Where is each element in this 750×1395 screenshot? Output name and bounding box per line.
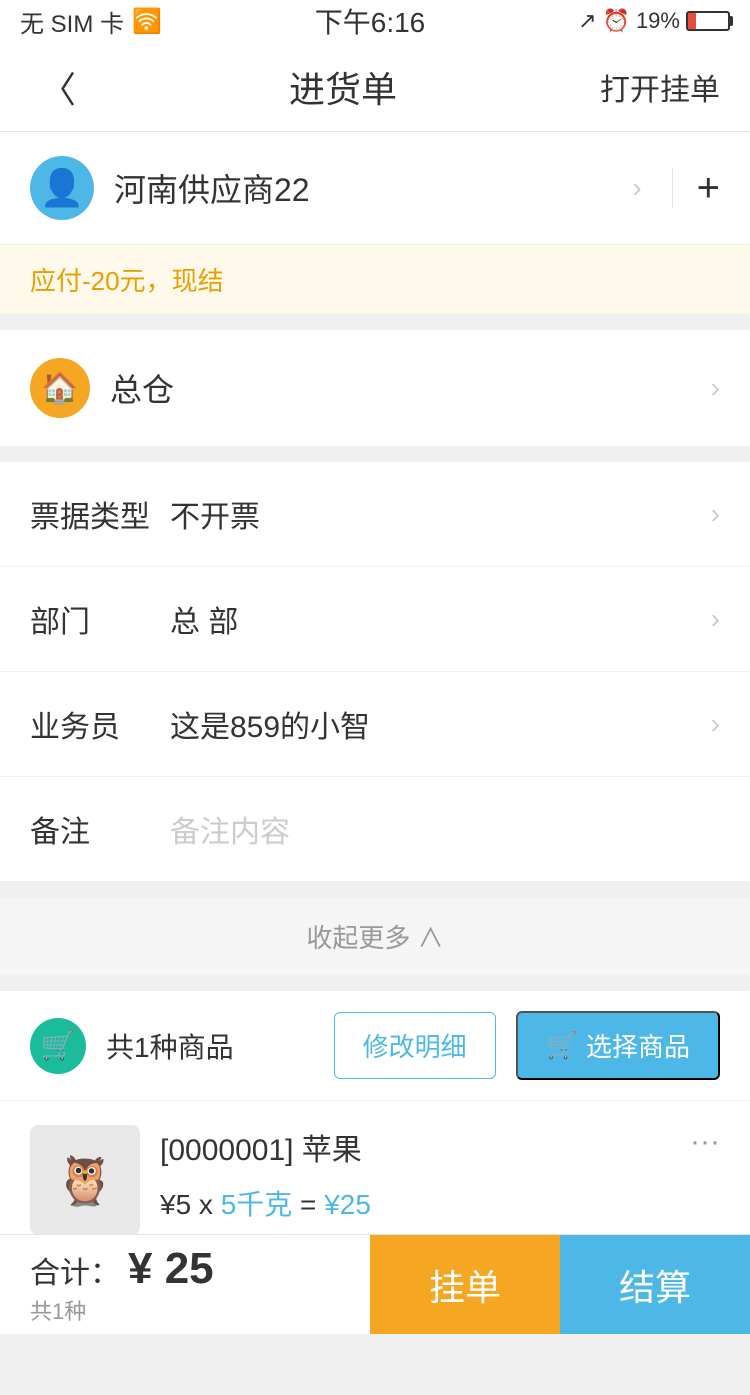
remark-placeholder: 备注内容 [170,807,720,851]
salesperson-row[interactable]: 业务员 这是859的小智 › [0,672,750,777]
status-right: ↗ ⏰ 19% [578,8,730,34]
bottom-bar: 合计： ¥ 25 共1种 挂单 结算 [0,1234,750,1334]
bill-type-chevron-icon: › [711,498,720,530]
warehouse-section[interactable]: 🏠 总仓 › [0,330,750,446]
warehouse-icon: 🏠 [30,358,90,418]
department-row[interactable]: 部门 总 部 › [0,567,750,672]
avatar-icon: 👤 [40,167,85,209]
supplier-section: 👤 河南供应商22 › + 应付-20元，现结 [0,132,750,314]
collapse-toggle-button[interactable]: 收起更多 ∧ [0,898,750,975]
department-label: 部门 [30,597,170,641]
total-amount: ¥ 25 [128,1244,214,1294]
product-count: 共1种商品 [106,1026,314,1066]
collapse-toggle-label: 收起更多 ∧ [306,923,443,953]
select-product-label: 选择商品 [586,1027,690,1064]
salesperson-chevron-icon: › [711,708,720,740]
notice-text: 应付-20元，现结 [30,266,224,296]
cart-icon: 🛒 [41,1029,76,1062]
hang-button[interactable]: 挂单 [370,1235,560,1334]
department-chevron-icon: › [711,603,720,635]
location-icon: ↗ [578,8,596,34]
select-product-icon: 🛒 [546,1030,578,1061]
warehouse-chevron-icon: › [711,372,720,404]
product-more-button[interactable]: ··· [690,1125,720,1159]
supplier-chevron-icon: › [632,172,641,204]
supplier-avatar: 👤 [30,156,94,220]
battery-label: 19% [636,8,680,34]
status-time: 下午6:16 [315,1,426,41]
product-unit-price: ¥5 x [160,1189,221,1220]
page-title: 进货单 [289,61,397,113]
warehouse-name: 总仓 [110,365,711,411]
product-total: ¥25 [324,1189,371,1220]
bill-type-value: 不开票 [170,492,711,536]
select-product-button[interactable]: 🛒 选择商品 [516,1011,720,1080]
supplier-name: 河南供应商22 [114,165,632,211]
product-title: 苹果 [302,1134,362,1167]
remark-row[interactable]: 备注 备注内容 [0,777,750,882]
total-label: 合计： [30,1248,120,1292]
product-icon: 🛒 [30,1018,86,1074]
product-thumbnail: 🦉 [30,1125,140,1235]
product-code: [0000001] [160,1134,302,1167]
product-price-row: ¥5 x 5千克 = ¥25 [160,1183,670,1223]
divider [672,168,673,208]
notice-row: 应付-20元，现结 [0,245,750,314]
product-section: 🛒 共1种商品 修改明细 🛒 选择商品 🦉 [0000001] 苹果 ¥5 x … [0,991,750,1259]
open-pending-button[interactable]: 打开挂单 [600,65,720,109]
bill-type-label: 票据类型 [30,492,170,536]
product-header: 🛒 共1种商品 修改明细 🛒 选择商品 [0,991,750,1101]
checkout-button[interactable]: 结算 [560,1235,750,1334]
product-info: [0000001] 苹果 ¥5 x 5千克 = ¥25 [160,1125,670,1223]
product-equals: = [292,1189,324,1220]
total-sub: 共1种 [30,1294,340,1326]
form-section: 票据类型 不开票 › 部门 总 部 › 业务员 这是859的小智 › 备注 备注… [0,462,750,882]
sim-label: 无 SIM 卡 [20,4,124,39]
nav-bar: 〈 进货单 打开挂单 [0,42,750,132]
salesperson-value: 这是859的小智 [170,702,711,746]
total-main: 合计： ¥ 25 [30,1244,340,1294]
bill-type-row[interactable]: 票据类型 不开票 › [0,462,750,567]
product-name: [0000001] 苹果 [160,1125,670,1169]
wifi-icon: 🛜 [132,7,162,36]
battery-icon [686,11,730,31]
product-placeholder-icon: 🦉 [55,1152,115,1209]
supplier-row[interactable]: 👤 河南供应商22 › + [0,132,750,245]
salesperson-label: 业务员 [30,702,170,746]
product-qty: 5千克 [221,1189,293,1220]
add-supplier-button[interactable]: + [697,166,720,211]
modify-detail-button[interactable]: 修改明细 [334,1012,496,1079]
status-bar: 无 SIM 卡 🛜 下午6:16 ↗ ⏰ 19% [0,0,750,42]
department-value: 总 部 [170,597,711,641]
back-button[interactable]: 〈 [30,51,86,123]
home-icon: 🏠 [41,371,78,406]
status-left: 无 SIM 卡 🛜 [20,4,162,39]
remark-label: 备注 [30,807,170,851]
main-content: 👤 河南供应商22 › + 应付-20元，现结 🏠 总仓 › 票据类型 不开票 … [0,132,750,1395]
alarm-icon: ⏰ [603,8,630,34]
total-section: 合计： ¥ 25 共1种 [0,1235,370,1334]
